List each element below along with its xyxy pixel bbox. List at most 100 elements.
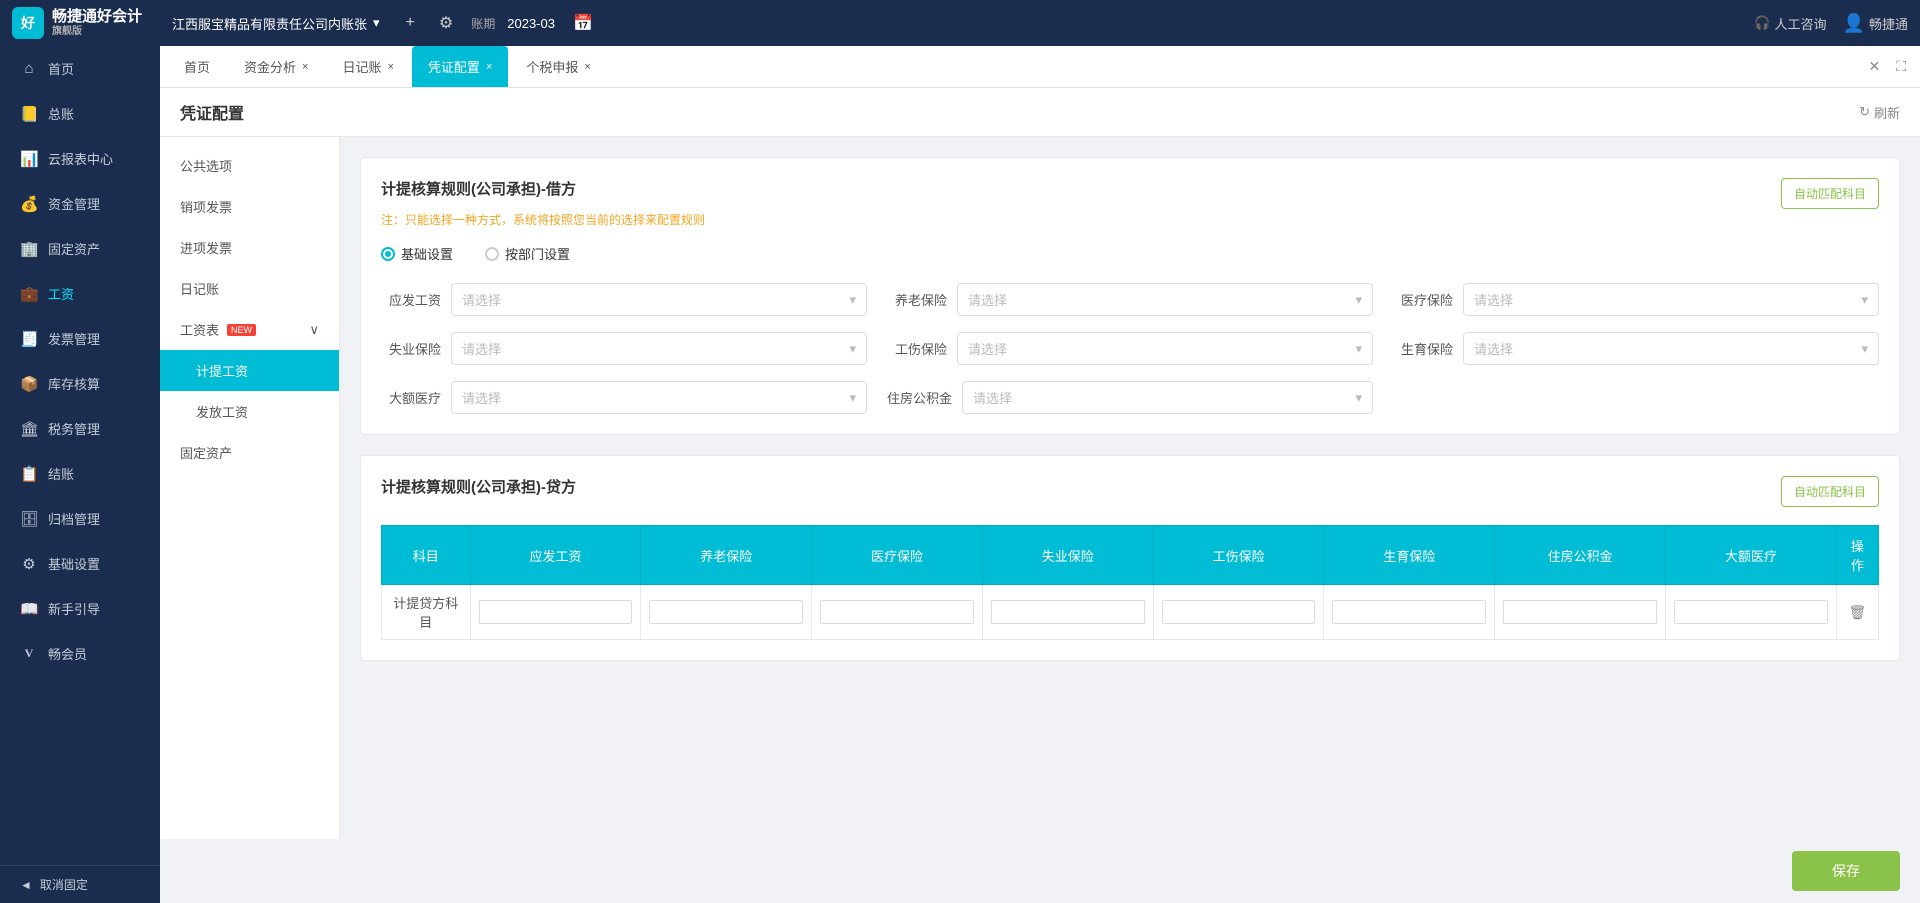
sidebar-item-fixed-assets[interactable]: 🏢 固定资产 [0,226,160,271]
company-selector[interactable]: 江西服宝精品有限责任公司内账张 ▾ [164,10,388,37]
nav-fixed-assets[interactable]: 固定资产 [160,432,339,473]
sidebar-item-closing[interactable]: 📋 结账 [0,451,160,496]
select-applied-salary[interactable]: 请选择 ▾ [451,283,867,316]
period-value: 2023-03 [507,16,555,31]
select-birth[interactable]: 请选择 ▾ [1463,332,1879,365]
refresh-button[interactable]: ↻ 刷新 [1859,103,1900,122]
tab-bar: 首页 资金分析 × 日记账 × 凭证配置 × 个税申报 × ✕ ⛶ [160,46,1920,88]
sidebar-item-vip[interactable]: V 畅会员 [0,631,160,676]
sidebar-item-inventory[interactable]: 📦 库存核算 [0,361,160,406]
save-area: 保存 [160,839,1920,903]
select-major-medical[interactable]: 请选择 ▾ [451,381,867,414]
tab-voucher-config[interactable]: 凭证配置 × [412,46,508,87]
home-icon: ⌂ [20,60,38,77]
select-unemployment[interactable]: 请选择 ▾ [451,332,867,365]
sidebar-item-archive[interactable]: 🗄 归档管理 [0,496,160,541]
nav-pay-salary[interactable]: 发放工资 [160,391,339,432]
expand-icon: ∨ [309,322,319,338]
period-label: 账期 [471,15,495,32]
row-subject-label: 计提贷方科目 [382,585,471,640]
nav-calc-salary[interactable]: 计提工资 [160,350,339,391]
radio-by-dept-circle [485,247,499,261]
sidebar-item-tax[interactable]: 🏛 税务管理 [0,406,160,451]
sidebar-item-invoice[interactable]: 🧾 发票管理 [0,316,160,361]
th-subject: 科目 [382,526,471,585]
tab-tax-report[interactable]: 个税申报 × [510,46,606,87]
settings-nav-icon: ⚙ [20,555,38,573]
sidebar-item-reports[interactable]: 📊 云报表中心 [0,136,160,181]
select-work-injury[interactable]: 请选择 ▾ [957,332,1373,365]
sidebar-item-salary[interactable]: 💼 工资 [0,271,160,316]
tab-close-button[interactable]: ✕ [1862,54,1886,79]
nav-salary-table-label: 工资表 [180,320,219,339]
top-center: + ⚙ 账期 2023-03 📅 [400,9,599,37]
select-pension[interactable]: 请选择 ▾ [957,283,1373,316]
input-work-injury[interactable] [1162,600,1316,624]
closing-icon: 📋 [20,465,38,483]
new-badge: NEW [227,324,256,336]
sidebar-label-guide: 新手引导 [48,599,100,618]
field-medical: 医疗保险 请选择 ▾ [1393,283,1879,316]
radio-basic[interactable]: 基础设置 [381,244,453,263]
tab-funds-analysis-close[interactable]: × [302,61,308,73]
delete-row-button[interactable]: 🗑 [1848,604,1866,620]
label-pension: 养老保险 [887,290,947,309]
cell-birth [1324,585,1495,640]
nav-sales-invoice[interactable]: 销项发票 [160,186,339,227]
tab-home-label: 首页 [184,57,210,76]
nav-purchase-invoice[interactable]: 进项发票 [160,227,339,268]
sidebar-label-tax: 税务管理 [48,419,100,438]
sidebar: ⌂ 首页 📒 总账 📊 云报表中心 💰 资金管理 🏢 固定资产 💼 工资 🧾 发… [0,46,160,903]
radio-by-dept-label: 按部门设置 [505,244,570,263]
tab-maximize-button[interactable]: ⛶ [1890,54,1912,79]
input-housing-fund[interactable] [1503,600,1657,624]
auto-match-debit-button[interactable]: 自动匹配科目 [1781,178,1879,209]
tab-journal[interactable]: 日记账 × [326,46,409,87]
settings-button[interactable]: ⚙ [433,9,459,37]
radio-by-dept[interactable]: 按部门设置 [485,244,570,263]
select-major-medical-placeholder: 请选择 [462,388,501,407]
nav-public[interactable]: 公共选项 [160,145,339,186]
user-area[interactable]: 👤 畅捷通 [1843,13,1908,34]
input-applied-salary[interactable] [479,600,633,624]
invoice-icon: 🧾 [20,330,38,348]
app-logo-icon: 好 [12,7,44,39]
user-icon: 👤 [1843,13,1865,34]
tab-tax-report-close[interactable]: × [584,61,590,73]
input-major-medical[interactable] [1674,600,1828,624]
sidebar-item-guide[interactable]: 📖 新手引导 [0,586,160,631]
select-medical[interactable]: 请选择 ▾ [1463,283,1879,316]
th-unemployment: 失业保险 [982,526,1153,585]
tab-journal-label: 日记账 [342,57,381,76]
sidebar-item-settings[interactable]: ⚙ 基础设置 [0,541,160,586]
calendar-icon[interactable]: 📅 [567,9,599,37]
auto-match-credit-button[interactable]: 自动匹配科目 [1781,476,1879,507]
label-unemployment: 失业保险 [381,339,441,358]
app-name: 畅捷通好会计 [52,8,142,26]
sidebar-label-funds: 资金管理 [48,194,100,213]
field-major-medical: 大额医疗 请选择 ▾ [381,381,867,414]
funds-icon: 💰 [20,195,38,213]
sidebar-item-ledger[interactable]: 📒 总账 [0,91,160,136]
input-medical[interactable] [820,600,974,624]
add-button[interactable]: + [400,10,421,36]
tab-funds-analysis[interactable]: 资金分析 × [228,46,324,87]
sidebar-label-settings: 基础设置 [48,554,100,573]
save-button[interactable]: 保存 [1792,851,1900,891]
cancel-fixed-button[interactable]: ◄ 取消固定 [0,865,160,903]
nav-journal[interactable]: 日记账 [160,268,339,309]
input-unemployment[interactable] [991,600,1145,624]
select-housing-fund[interactable]: 请选择 ▾ [962,381,1373,414]
tab-journal-close[interactable]: × [387,61,393,73]
tab-home[interactable]: 首页 [168,46,226,87]
service-label: 人工咨询 [1775,14,1827,33]
sidebar-item-funds[interactable]: 💰 资金管理 [0,181,160,226]
input-pension[interactable] [649,600,803,624]
table-row: 计提贷方科目 🗑 [382,585,1879,640]
sidebar-item-home[interactable]: ⌂ 首页 [0,46,160,91]
nav-calc-salary-label: 计提工资 [196,361,248,380]
nav-salary-table[interactable]: 工资表 NEW ∨ [160,309,339,350]
input-birth[interactable] [1332,600,1486,624]
service-button[interactable]: 🎧 人工咨询 [1754,14,1826,33]
tab-voucher-config-close[interactable]: × [486,61,492,73]
